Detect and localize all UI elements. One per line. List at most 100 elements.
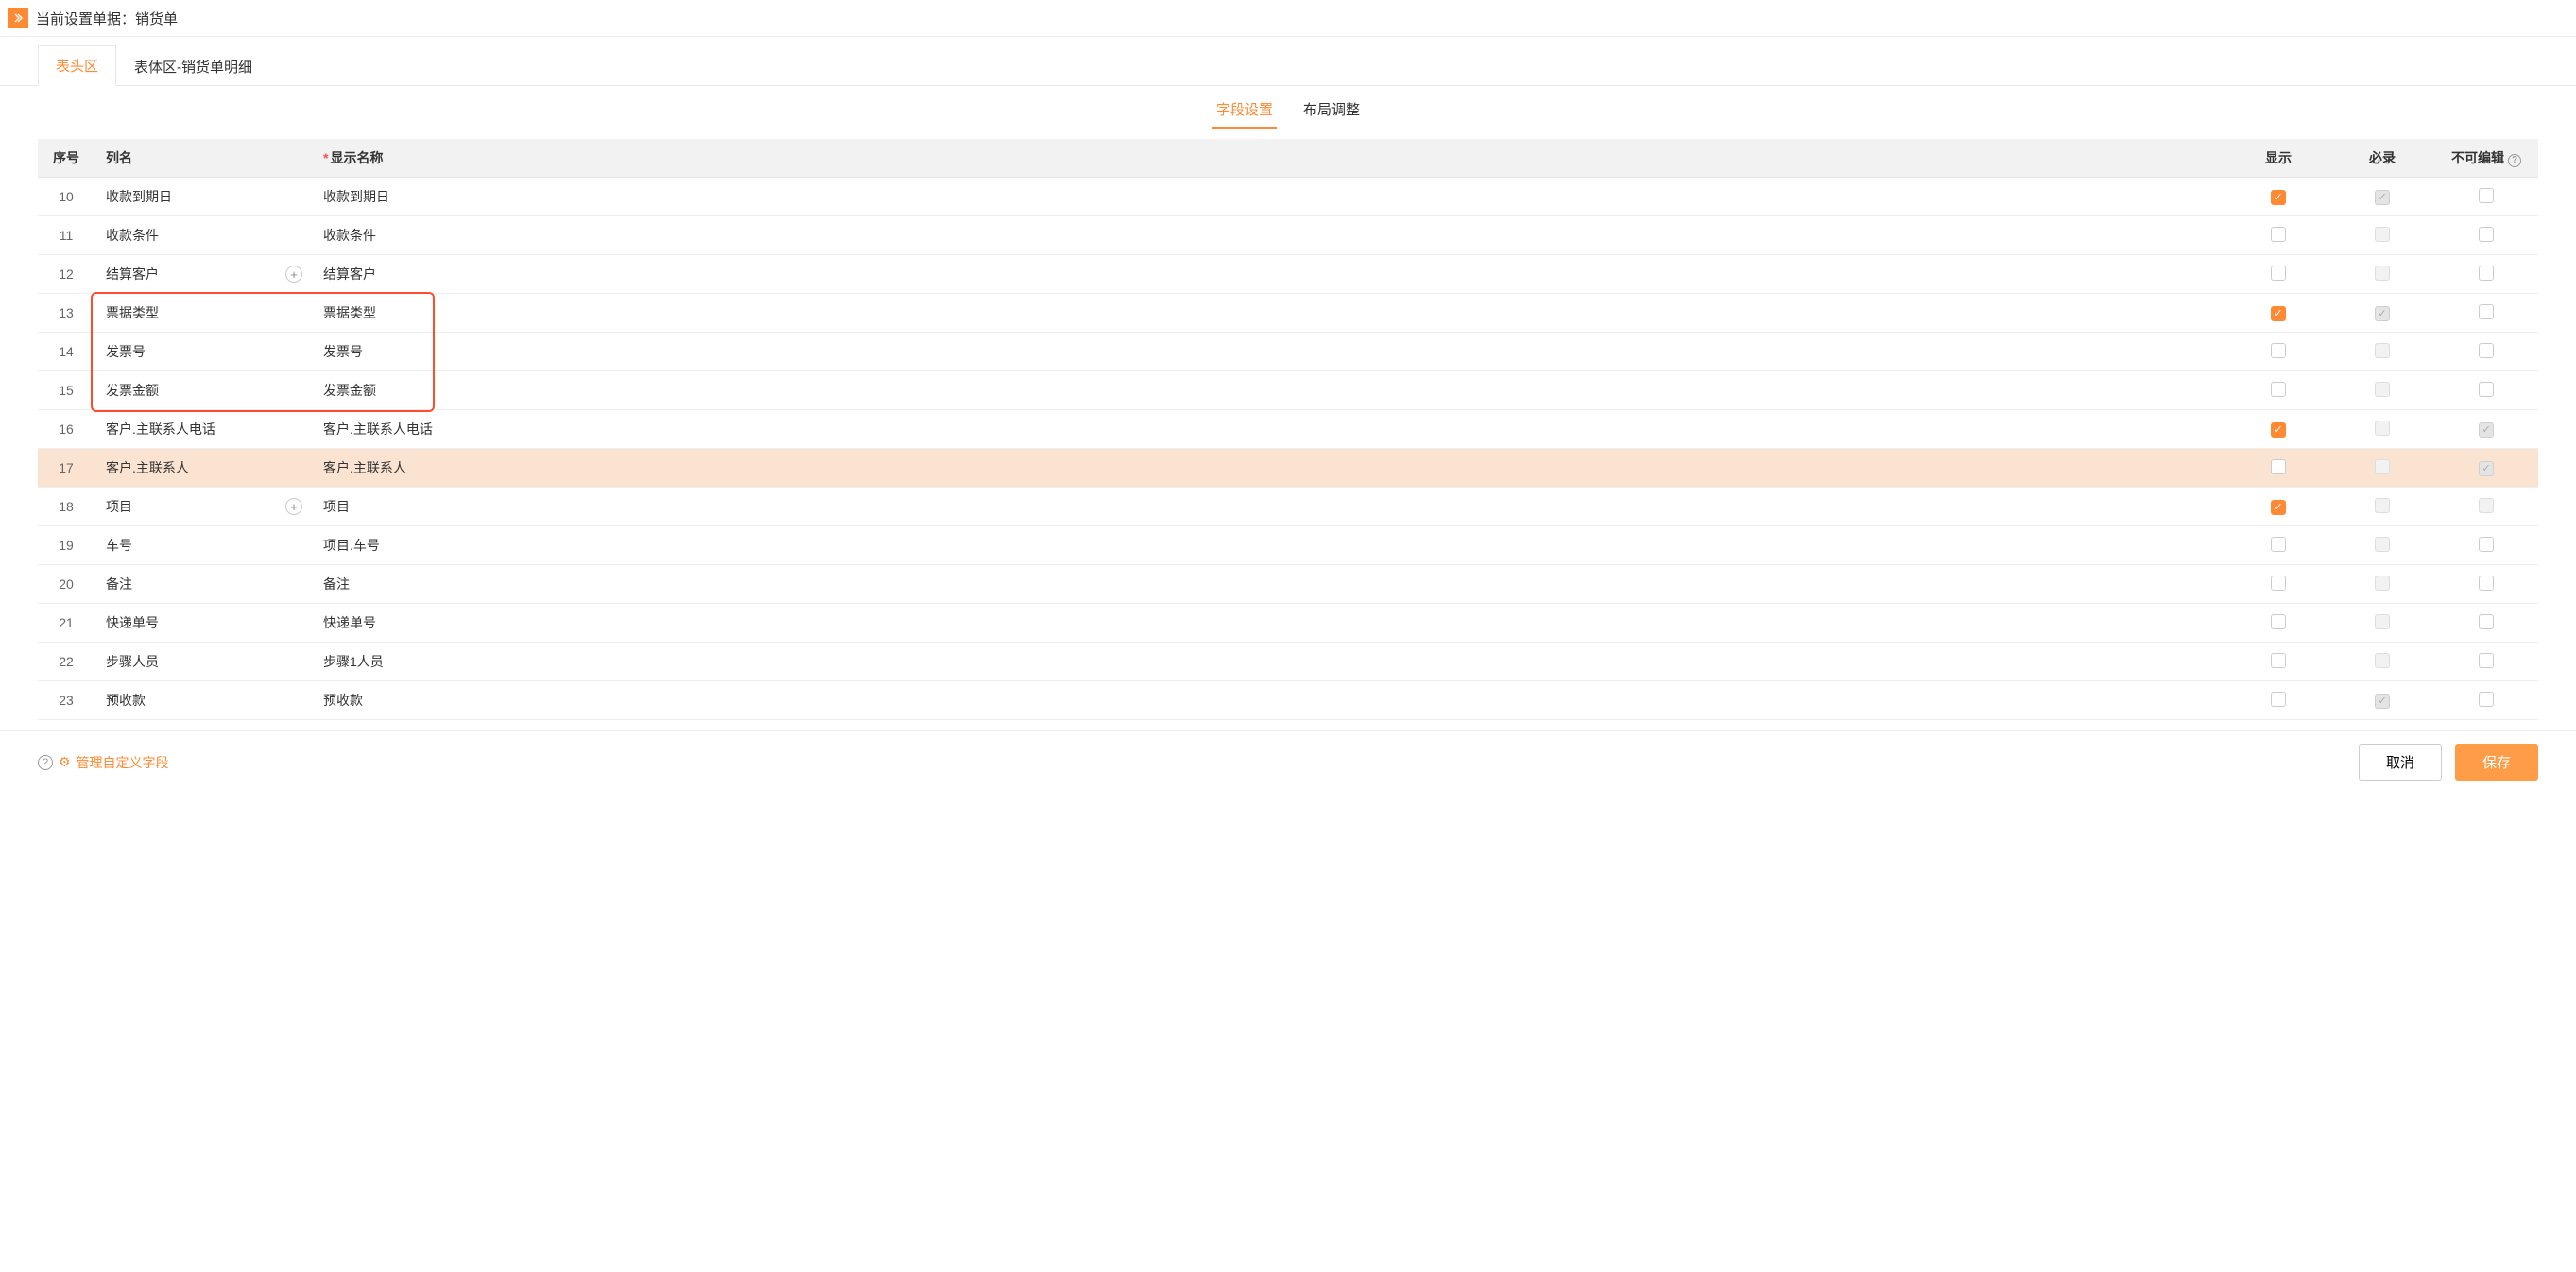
cell-required [2330,488,2434,526]
th-required: 必录 [2330,139,2434,178]
cell-display[interactable]: 票据类型 [312,294,2226,333]
cell-index: 21 [38,604,94,643]
checkbox-required [2375,498,2390,513]
checkbox-show[interactable] [2271,227,2286,242]
cancel-button[interactable]: 取消 [2359,744,2442,781]
cell-index: 20 [38,565,94,604]
cell-required [2330,410,2434,449]
checkbox-readonly[interactable] [2479,692,2494,707]
checkbox-readonly[interactable] [2479,227,2494,242]
cell-readonly [2434,488,2538,526]
plus-icon[interactable]: + [285,498,302,515]
checkbox-show[interactable] [2271,614,2286,629]
checkbox-required [2375,576,2390,591]
checkbox-show[interactable] [2271,500,2286,515]
save-button[interactable]: 保存 [2455,744,2538,781]
checkbox-required [2375,382,2390,397]
cell-show [2226,526,2330,565]
cell-show [2226,565,2330,604]
cell-required [2330,565,2434,604]
checkbox-required [2375,266,2390,281]
cell-name: 车号 [94,526,312,565]
cell-readonly [2434,216,2538,255]
table-row: 21快递单号快递单号 [38,604,2538,643]
cell-readonly [2434,178,2538,216]
question-icon[interactable]: ? [38,755,53,770]
cell-name: 预收款 [94,681,312,720]
checkbox-readonly[interactable] [2479,266,2494,281]
checkbox-readonly[interactable] [2479,304,2494,319]
cell-readonly [2434,410,2538,449]
table-row: 10收款到期日收款到期日 [38,178,2538,216]
cell-display[interactable]: 发票金额 [312,371,2226,410]
checkbox-show[interactable] [2271,422,2286,438]
cell-readonly [2434,255,2538,294]
checkbox-readonly[interactable] [2479,653,2494,668]
checkbox-required [2375,190,2390,205]
subtab-1[interactable]: 布局调整 [1299,99,1364,129]
cell-display[interactable]: 结算客户 [312,255,2226,294]
plus-icon[interactable]: + [285,266,302,283]
cell-name: 收款条件 [94,216,312,255]
checkbox-required [2375,421,2390,436]
checkbox-show[interactable] [2271,692,2286,707]
checkbox-readonly[interactable] [2479,382,2494,397]
table-row: 15发票金额发票金额 [38,371,2538,410]
cell-required [2330,604,2434,643]
cell-index: 23 [38,681,94,720]
checkbox-show[interactable] [2271,576,2286,591]
cell-show [2226,255,2330,294]
table-row: 18项目+项目 [38,488,2538,526]
cell-display[interactable]: 发票号 [312,333,2226,371]
cell-display[interactable]: 项目 [312,488,2226,526]
table-row: 23预收款预收款 [38,681,2538,720]
tab-0[interactable]: 表头区 [38,45,116,86]
cell-display[interactable]: 收款条件 [312,216,2226,255]
cell-readonly [2434,449,2538,488]
subtab-0[interactable]: 字段设置 [1212,99,1277,129]
checkbox-readonly[interactable] [2479,343,2494,358]
cell-name: 步骤人员 [94,643,312,681]
cell-display[interactable]: 步骤1人员 [312,643,2226,681]
cell-show [2226,178,2330,216]
cell-required [2330,294,2434,333]
cell-index: 15 [38,371,94,410]
cell-readonly [2434,526,2538,565]
cell-display[interactable]: 客户.主联系人电话 [312,410,2226,449]
cell-display[interactable]: 备注 [312,565,2226,604]
cell-index: 13 [38,294,94,333]
cell-display[interactable]: 快递单号 [312,604,2226,643]
help-icon[interactable]: ? [2508,154,2521,167]
checkbox-show[interactable] [2271,306,2286,321]
cell-index: 10 [38,178,94,216]
checkbox-show[interactable] [2271,190,2286,205]
table-row: 12结算客户+结算客户 [38,255,2538,294]
checkbox-readonly[interactable] [2479,614,2494,629]
cell-index: 19 [38,526,94,565]
checkbox-readonly[interactable] [2479,188,2494,203]
cell-display[interactable]: 收款到期日 [312,178,2226,216]
checkbox-show[interactable] [2271,343,2286,358]
checkbox-show[interactable] [2271,537,2286,552]
th-show: 显示 [2226,139,2330,178]
tab-1[interactable]: 表体区-销货单明细 [116,46,270,86]
checkbox-show[interactable] [2271,459,2286,474]
cell-index: 22 [38,643,94,681]
cell-required [2330,643,2434,681]
cell-show [2226,449,2330,488]
cell-display[interactable]: 项目.车号 [312,526,2226,565]
checkbox-readonly [2479,461,2494,476]
checkbox-show[interactable] [2271,266,2286,281]
checkbox-show[interactable] [2271,382,2286,397]
cell-required [2330,526,2434,565]
cell-display[interactable]: 客户.主联系人 [312,449,2226,488]
cell-display[interactable]: 预收款 [312,681,2226,720]
cell-show [2226,604,2330,643]
manage-custom-fields-link[interactable]: 管理自定义字段 [77,753,169,772]
cell-show [2226,371,2330,410]
th-name: 列名 [94,139,312,178]
checkbox-readonly[interactable] [2479,537,2494,552]
collapse-button[interactable] [8,8,28,28]
checkbox-readonly[interactable] [2479,576,2494,591]
checkbox-show[interactable] [2271,653,2286,668]
